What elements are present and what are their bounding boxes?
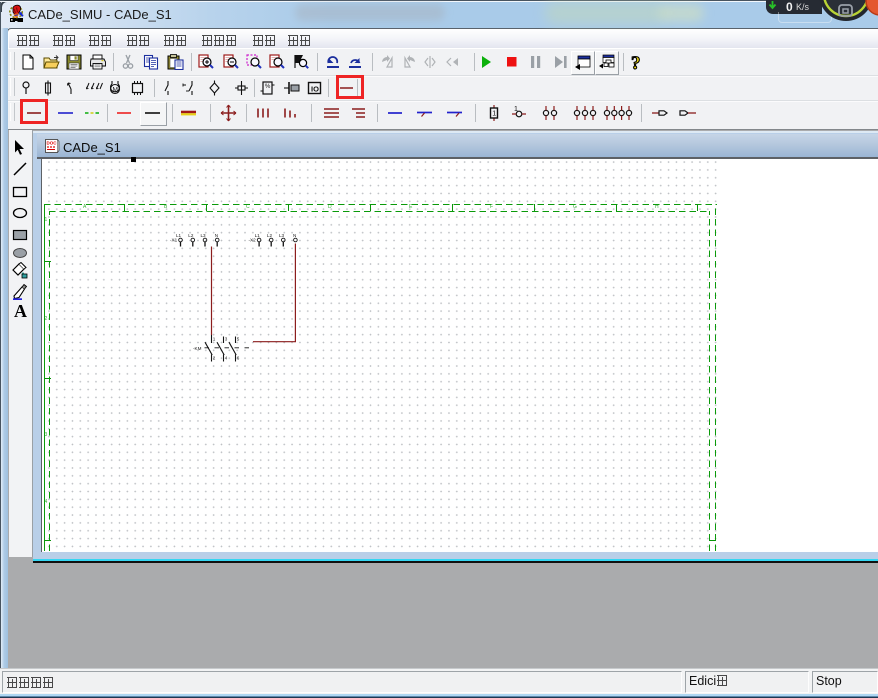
svg-text:3: 3: [225, 337, 228, 342]
svg-text:L2: L2: [267, 233, 273, 238]
svg-text:2: 2: [213, 356, 216, 361]
svg-text:N: N: [215, 233, 218, 238]
svg-text:M: M: [113, 87, 118, 94]
svg-text:-X1: -X1: [170, 238, 178, 243]
svg-text:L3: L3: [201, 233, 207, 238]
svg-text:?: ?: [631, 53, 641, 72]
svg-text:1: 1: [492, 111, 496, 118]
svg-text:-X2: -X2: [249, 238, 257, 243]
svg-text:L3: L3: [279, 233, 285, 238]
svg-text:5: 5: [237, 337, 240, 342]
svg-text:1: 1: [213, 337, 216, 342]
svg-text:%: %: [265, 84, 271, 90]
svg-text:L1: L1: [255, 233, 261, 238]
svg-text:IO: IO: [311, 85, 319, 94]
svg-text:L2: L2: [188, 233, 194, 238]
svg-text:6: 6: [237, 356, 240, 361]
svg-text:L1: L1: [176, 233, 182, 238]
svg-text:-KM: -KM: [193, 346, 202, 351]
svg-text:DOC: DOC: [47, 141, 58, 146]
svg-text:N: N: [293, 233, 296, 238]
svg-text:4: 4: [225, 356, 228, 361]
